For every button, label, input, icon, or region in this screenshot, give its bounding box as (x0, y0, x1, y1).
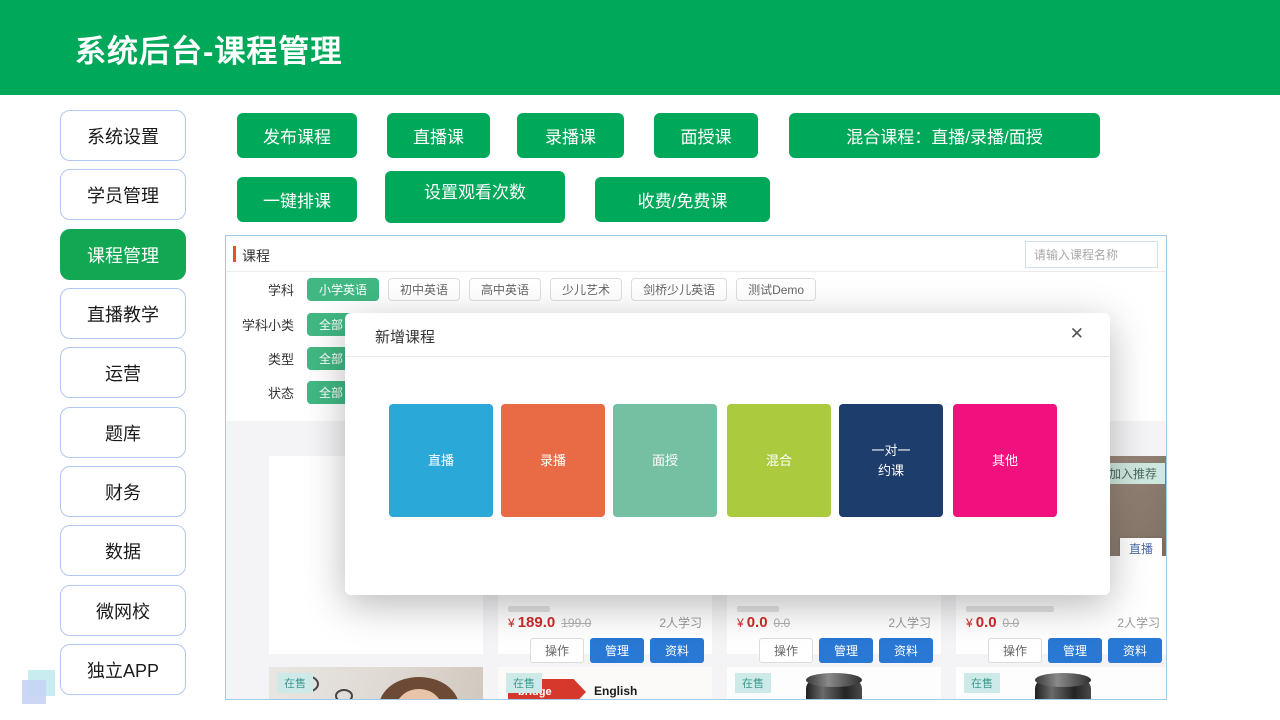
sidebar-item-data[interactable]: 数据 (60, 525, 186, 576)
panel-title: 课程 (242, 246, 270, 266)
sidebar-item-question-bank[interactable]: 题库 (60, 407, 186, 458)
filter-chip-primary-english[interactable]: 小学英语 (307, 278, 379, 301)
currency-symbol: ¥ (508, 616, 515, 630)
course-type-one-on-one-card[interactable]: 一对一 约课 (839, 404, 943, 517)
filter-row-subcategory: 学科小类 全部 (226, 313, 355, 336)
modal-title: 新增课程 (375, 326, 435, 347)
manage-button[interactable]: 管理 (819, 638, 873, 663)
student-count: 2人学习 (888, 614, 931, 631)
course-panel-header: 课程 (226, 236, 1166, 272)
page-title: 系统后台-课程管理 (75, 26, 342, 71)
course-type-label: 录播 (540, 451, 566, 471)
course-price: 0.0 (976, 614, 997, 631)
course-title-fragment (966, 606, 1054, 612)
on-sale-badge: 在售 (964, 673, 1000, 693)
operate-button[interactable]: 操作 (530, 638, 584, 663)
manage-button[interactable]: 管理 (590, 638, 644, 663)
on-sale-badge: 在售 (277, 673, 313, 693)
student-count: 2人学习 (659, 614, 702, 631)
set-view-count-button[interactable]: 设置观看次数 (385, 171, 565, 223)
panel-accent-bar (233, 246, 236, 262)
operate-button[interactable]: 操作 (988, 638, 1042, 663)
course-type-other-card[interactable]: 其他 (953, 404, 1057, 517)
course-price: 0.0 (747, 614, 768, 631)
filter-row-type: 类型 全部 (226, 347, 355, 370)
student-count: 2人学习 (1117, 614, 1160, 631)
publish-course-button[interactable]: 发布课程 (237, 113, 357, 158)
filter-chip-junior-english[interactable]: 初中英语 (388, 278, 460, 301)
course-type-label: 混合 (766, 451, 792, 471)
paid-free-course-button[interactable]: 收费/免费课 (595, 177, 770, 222)
course-type-offline-card[interactable]: 面授 (613, 404, 717, 517)
live-course-button[interactable]: 直播课 (387, 113, 490, 158)
doodle-graphic (335, 689, 353, 700)
course-type-label: 面授 (652, 451, 678, 471)
course-type-mixed-card[interactable]: 混合 (727, 404, 831, 517)
filter-label: 状态 (226, 383, 294, 402)
course-type-badge: 直播 (1120, 538, 1162, 556)
filter-row-subject: 学科 小学英语 初中英语 高中英语 少儿艺术 剑桥少儿英语 测试Demo (226, 278, 816, 301)
sidebar-item-finance[interactable]: 财务 (60, 466, 186, 517)
course-card[interactable]: 在售 (269, 667, 483, 700)
close-icon[interactable]: ✕ (1070, 324, 1084, 344)
course-card[interactable]: bridge English Qualifications 在售 (498, 667, 712, 700)
sidebar-item-standalone-app[interactable]: 独立APP (60, 644, 186, 695)
material-button[interactable]: 资料 (879, 638, 933, 663)
sidebar-item-student-management[interactable]: 学员管理 (60, 169, 186, 220)
sidebar-item-micro-school[interactable]: 微网校 (60, 585, 186, 636)
course-title-fragment (508, 606, 550, 612)
course-cover-image: 在售 (269, 667, 483, 700)
course-cover-image: 在售 (956, 667, 1167, 700)
material-button[interactable]: 资料 (650, 638, 704, 663)
on-sale-badge: 在售 (506, 673, 542, 693)
course-original-price: 0.0 (774, 616, 791, 630)
on-sale-badge: 在售 (735, 673, 771, 693)
currency-symbol: ¥ (737, 616, 744, 630)
course-price: 189.0 (518, 614, 556, 631)
operate-button[interactable]: 操作 (759, 638, 813, 663)
manage-button[interactable]: 管理 (1048, 638, 1102, 663)
recommend-badge[interactable]: 加入推荐 (1101, 463, 1165, 484)
course-card[interactable]: 在售 (956, 667, 1167, 700)
sidebar-item-operations[interactable]: 运营 (60, 347, 186, 398)
filter-chip-senior-english[interactable]: 高中英语 (469, 278, 541, 301)
currency-symbol: ¥ (966, 616, 973, 630)
one-click-schedule-button[interactable]: 一键排课 (237, 177, 357, 222)
filter-chip-test-demo[interactable]: 测试Demo (736, 278, 816, 301)
cambridge-caption: English Qualifications (594, 684, 712, 700)
material-button[interactable]: 资料 (1108, 638, 1162, 663)
filter-label: 学科小类 (226, 315, 294, 334)
course-original-price: 0.0 (1003, 616, 1020, 630)
course-type-label: 其他 (992, 451, 1018, 471)
recorded-course-button[interactable]: 录播课 (517, 113, 624, 158)
course-cover-image: bridge English Qualifications 在售 (498, 667, 712, 700)
course-type-label: 一对一 (871, 441, 910, 461)
filter-chip-cambridge-kids-english[interactable]: 剑桥少儿英语 (631, 278, 727, 301)
add-course-modal: 新增课程 ✕ 直播 录播 面授 混合 一对一 约课 其他 (345, 313, 1110, 595)
cylinder-graphic (806, 679, 862, 700)
course-card[interactable]: 在售 (727, 667, 941, 700)
filter-label: 类型 (226, 349, 294, 368)
course-title-fragment (737, 606, 779, 612)
sidebar-item-live-teaching[interactable]: 直播教学 (60, 288, 186, 339)
course-type-live-card[interactable]: 直播 (389, 404, 493, 517)
course-type-recorded-card[interactable]: 录播 (501, 404, 605, 517)
sidebar-item-system-settings[interactable]: 系统设置 (60, 110, 186, 161)
decor-square-blue (22, 680, 46, 704)
course-type-label: 直播 (428, 451, 454, 471)
filter-row-status: 状态 全部 (226, 381, 355, 404)
filter-label: 学科 (226, 280, 294, 299)
screen: 系统后台-课程管理 系统设置 学员管理 课程管理 直播教学 运营 题库 财务 数… (0, 0, 1280, 720)
sidebar-item-course-management[interactable]: 课程管理 (60, 229, 186, 280)
modal-header: 新增课程 ✕ (345, 313, 1110, 357)
mixed-course-button[interactable]: 混合课程：直播/录播/面授 (789, 113, 1100, 158)
page-header: 系统后台-课程管理 (0, 0, 1280, 95)
course-original-price: 199.0 (561, 616, 591, 630)
course-search-input[interactable] (1025, 241, 1158, 268)
filter-chip-kids-art[interactable]: 少儿艺术 (550, 278, 622, 301)
offline-course-button[interactable]: 面授课 (654, 113, 758, 158)
cylinder-graphic (1035, 679, 1091, 700)
course-type-label-line2: 约课 (878, 461, 904, 481)
course-cover-image: 在售 (727, 667, 941, 700)
